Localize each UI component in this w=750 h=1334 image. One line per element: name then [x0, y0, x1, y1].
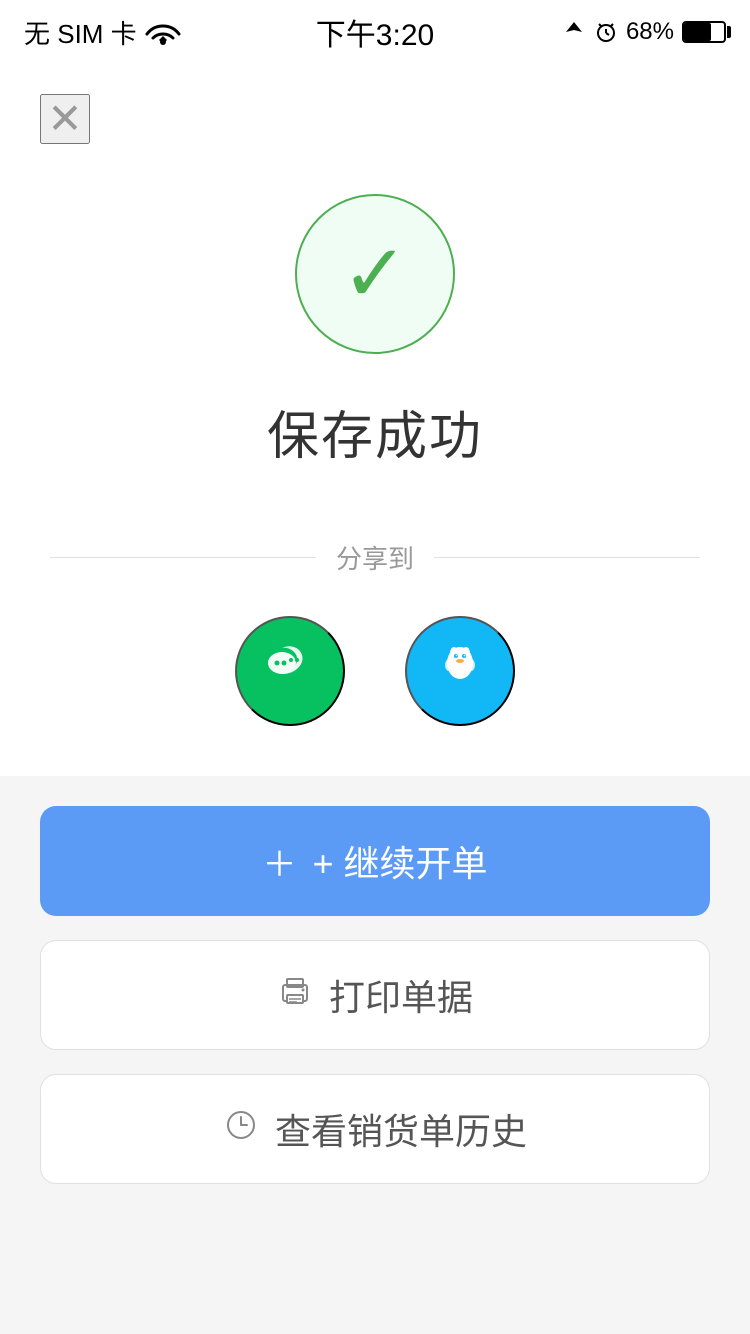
print-label: 打印单据	[329, 969, 473, 1021]
close-row: ✕	[0, 64, 750, 164]
continue-label: + 继续开单	[312, 835, 487, 887]
main-content: ✕ ✓ 保存成功 分享到	[0, 64, 750, 776]
success-section: ✓ 保存成功	[0, 164, 750, 509]
history-icon	[223, 1107, 259, 1152]
status-right: 68%	[562, 18, 726, 46]
wechat-share-button[interactable]	[235, 616, 345, 726]
wifi-icon	[145, 18, 181, 46]
sim-text: 无 SIM 卡	[24, 14, 137, 51]
divider-line-right	[434, 557, 700, 558]
status-bar: 无 SIM 卡 下午3:20 68%	[0, 0, 750, 64]
plus-icon: ＋	[262, 837, 296, 886]
alarm-icon	[594, 20, 618, 44]
success-title: 保存成功	[267, 394, 483, 469]
divider-line-left	[50, 557, 316, 558]
qq-share-button[interactable]	[405, 616, 515, 726]
success-circle: ✓	[295, 194, 455, 354]
print-icon	[277, 973, 313, 1018]
buttons-section: ＋ + 继续开单 打印单据 查看销货单历史	[0, 776, 750, 1214]
history-label: 查看销货单历史	[275, 1103, 527, 1155]
close-button[interactable]: ✕	[40, 94, 90, 144]
battery-icon	[682, 21, 726, 43]
location-icon	[562, 20, 586, 44]
wechat-icon	[260, 635, 320, 708]
print-button[interactable]: 打印单据	[40, 940, 710, 1050]
continue-button[interactable]: ＋ + 继续开单	[40, 806, 710, 916]
history-button[interactable]: 查看销货单历史	[40, 1074, 710, 1184]
close-icon: ✕	[47, 98, 82, 140]
share-icons	[0, 606, 750, 776]
status-time: 下午3:20	[316, 10, 434, 54]
qq-icon	[430, 635, 490, 708]
battery-percent: 68%	[626, 18, 674, 46]
share-label: 分享到	[336, 539, 414, 576]
share-divider: 分享到	[0, 509, 750, 606]
status-left: 无 SIM 卡	[24, 14, 181, 51]
checkmark-icon: ✓	[341, 234, 408, 314]
